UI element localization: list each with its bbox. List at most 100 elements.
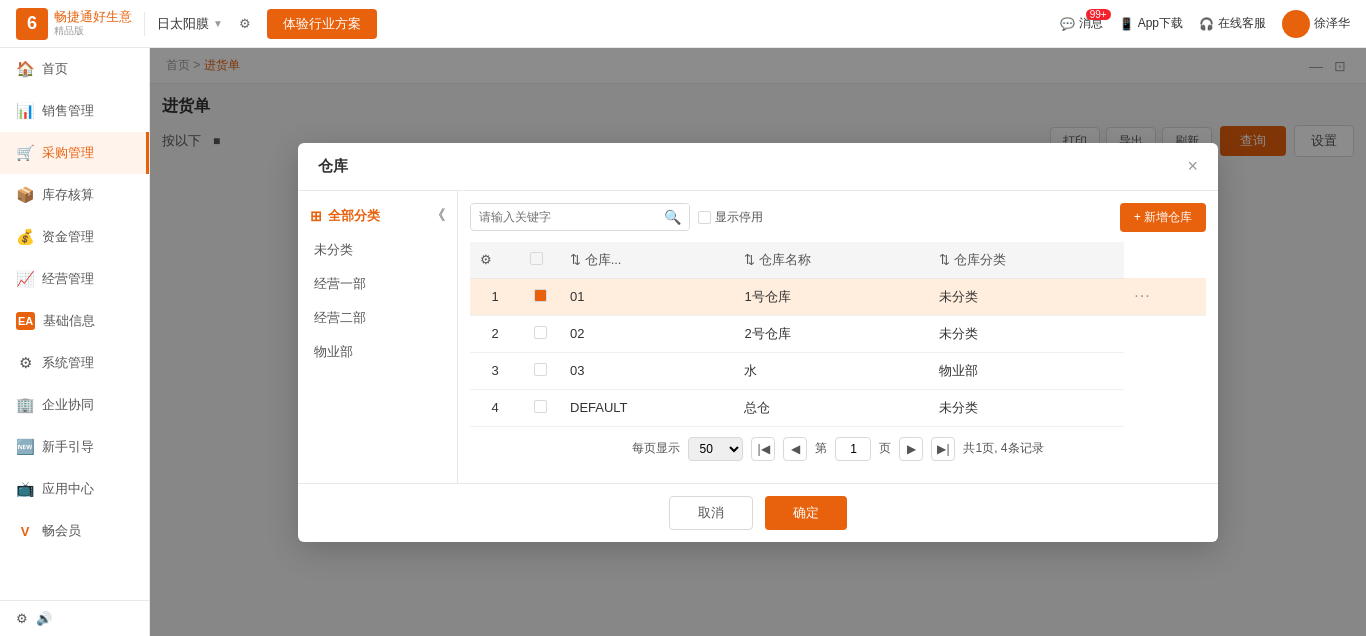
page-input[interactable]: [835, 437, 871, 461]
user-name: 徐泽华: [1314, 15, 1350, 32]
header-checkbox[interactable]: [530, 252, 543, 265]
grid-icon: ⊞: [310, 208, 322, 224]
modal-body: ⊞ 全部分类 《 未分类 经营一部 经营二部: [298, 191, 1218, 483]
sound-icon: 🔊: [36, 611, 52, 626]
headphone-icon: 🎧: [1199, 17, 1214, 31]
all-categories-label: 全部分类: [328, 207, 380, 225]
th-name: ⇅ 仓库名称: [734, 242, 929, 279]
category-operations2[interactable]: 经营二部: [298, 301, 457, 335]
next-page-button[interactable]: ▶: [899, 437, 923, 461]
category-property[interactable]: 物业部: [298, 335, 457, 369]
first-page-button[interactable]: |◀: [751, 437, 775, 461]
messages-button[interactable]: 💬 消息 99+: [1060, 15, 1103, 32]
add-warehouse-button[interactable]: + 新增仓库: [1120, 203, 1206, 232]
trial-button[interactable]: 体验行业方案: [267, 9, 377, 39]
sidebar-label-inventory: 库存核算: [42, 186, 94, 204]
row-checkbox[interactable]: [534, 400, 547, 413]
collapse-icon[interactable]: 《: [431, 207, 445, 225]
store-selector[interactable]: 日太阳膜 ▼: [157, 15, 223, 33]
modal-header: 仓库 ×: [298, 143, 1218, 191]
search-icon-button[interactable]: 🔍: [656, 204, 689, 230]
row-category: 未分类: [929, 278, 1124, 315]
modal-close-button[interactable]: ×: [1187, 157, 1198, 175]
table-row[interactable]: 1011号仓库未分类···: [470, 278, 1206, 315]
row-checkbox-cell: [520, 315, 560, 352]
th-code: ⇅ 仓库...: [560, 242, 734, 279]
pagination: 每页显示 50 100 200 |◀ ◀ 第 页 ▶: [470, 427, 1206, 471]
th-check: [520, 242, 560, 279]
sidebar-item-purchase[interactable]: 🛒 采购管理: [0, 132, 149, 174]
row-category: 物业部: [929, 352, 1124, 389]
message-badge: 99+: [1086, 9, 1111, 20]
apps-icon: 📺: [16, 480, 34, 498]
category-unclassified[interactable]: 未分类: [298, 233, 457, 267]
settings-icon[interactable]: ⚙: [231, 10, 259, 38]
app-download-button[interactable]: 📱 App下载: [1119, 15, 1183, 32]
sidebar-item-enterprise[interactable]: 🏢 企业协同: [0, 384, 149, 426]
sidebar-item-home[interactable]: 🏠 首页: [0, 48, 149, 90]
confirm-button[interactable]: 确定: [765, 496, 847, 530]
sidebar-bottom: ⚙ 🔊: [0, 600, 149, 636]
row-checkbox[interactable]: [534, 326, 547, 339]
category-operations1[interactable]: 经营一部: [298, 267, 457, 301]
message-icon: 💬: [1060, 17, 1075, 31]
sort-icon: ⇅: [570, 252, 581, 267]
table-row[interactable]: 4DEFAULT总仓未分类: [470, 389, 1206, 426]
row-dots-icon[interactable]: ···: [1134, 287, 1150, 304]
brand: 6 畅捷通好生意 精品版: [16, 8, 132, 40]
row-code: 02: [560, 315, 734, 352]
row-checkbox[interactable]: [534, 363, 547, 376]
sidebar-item-member[interactable]: V 畅会员: [0, 510, 149, 552]
warehouse-modal: 仓库 × ⊞ 全部分类 《 未分类: [298, 143, 1218, 542]
table-toolbar: 🔍 显示停用 + 新增仓库: [470, 203, 1206, 232]
modal-overlay: 仓库 × ⊞ 全部分类 《 未分类: [150, 48, 1366, 636]
prev-page-button[interactable]: ◀: [783, 437, 807, 461]
sidebar-bottom-settings[interactable]: ⚙ 🔊: [0, 601, 149, 636]
per-page-select[interactable]: 50 100 200: [688, 437, 743, 461]
row-code: 01: [560, 278, 734, 315]
home-icon: 🏠: [16, 60, 34, 78]
total-info: 共1页, 4条记录: [963, 440, 1043, 457]
row-code: DEFAULT: [560, 389, 734, 426]
page-unit: 页: [879, 440, 891, 457]
row-num: 3: [470, 352, 520, 389]
finance-icon: 💰: [16, 228, 34, 246]
row-checkbox[interactable]: [534, 289, 547, 302]
category-panel: ⊞ 全部分类 《 未分类 经营一部 经营二部: [298, 191, 458, 483]
cancel-button[interactable]: 取消: [669, 496, 753, 530]
row-actions[interactable]: ···: [1124, 278, 1206, 315]
sidebar-item-base[interactable]: EA 基础信息: [0, 300, 149, 342]
sidebar-item-guide[interactable]: 🆕 新手引导: [0, 426, 149, 468]
show-disabled-label[interactable]: 显示停用: [698, 209, 763, 226]
row-num: 1: [470, 278, 520, 315]
sidebar-label-purchase: 采购管理: [42, 144, 94, 162]
sidebar-label-base: 基础信息: [43, 312, 95, 330]
table-row[interactable]: 2022号仓库未分类: [470, 315, 1206, 352]
all-categories-item[interactable]: ⊞ 全部分类 《: [298, 199, 457, 233]
sidebar-item-sales[interactable]: 📊 销售管理: [0, 90, 149, 132]
avatar: [1282, 10, 1310, 38]
sidebar-item-apps[interactable]: 📺 应用中心: [0, 468, 149, 510]
user-menu[interactable]: 徐泽华: [1282, 10, 1350, 38]
per-page-label: 每页显示: [632, 440, 680, 457]
sidebar-label-operations: 经营管理: [42, 270, 94, 288]
row-num: 2: [470, 315, 520, 352]
table-row[interactable]: 303水物业部: [470, 352, 1206, 389]
show-disabled-checkbox[interactable]: [698, 211, 711, 224]
sidebar-item-system[interactable]: ⚙ 系统管理: [0, 342, 149, 384]
row-code: 03: [560, 352, 734, 389]
app-icon: 📱: [1119, 17, 1134, 31]
th-gear: ⚙: [470, 242, 520, 279]
sidebar-item-finance[interactable]: 💰 资金管理: [0, 216, 149, 258]
sidebar-item-inventory[interactable]: 📦 库存核算: [0, 174, 149, 216]
gear-icon: ⚙: [480, 252, 492, 267]
brand-sub: 精品版: [54, 24, 132, 38]
brand-logo: 6: [16, 8, 48, 40]
search-input[interactable]: [471, 205, 656, 229]
last-page-button[interactable]: ▶|: [931, 437, 955, 461]
table-header: ⚙ ⇅ 仓库...: [470, 242, 1206, 279]
table-panel: 🔍 显示停用 + 新增仓库: [458, 191, 1218, 483]
sidebar-item-operations[interactable]: 📈 经营管理: [0, 258, 149, 300]
guide-icon: 🆕: [16, 438, 34, 456]
online-service-button[interactable]: 🎧 在线客服: [1199, 15, 1266, 32]
